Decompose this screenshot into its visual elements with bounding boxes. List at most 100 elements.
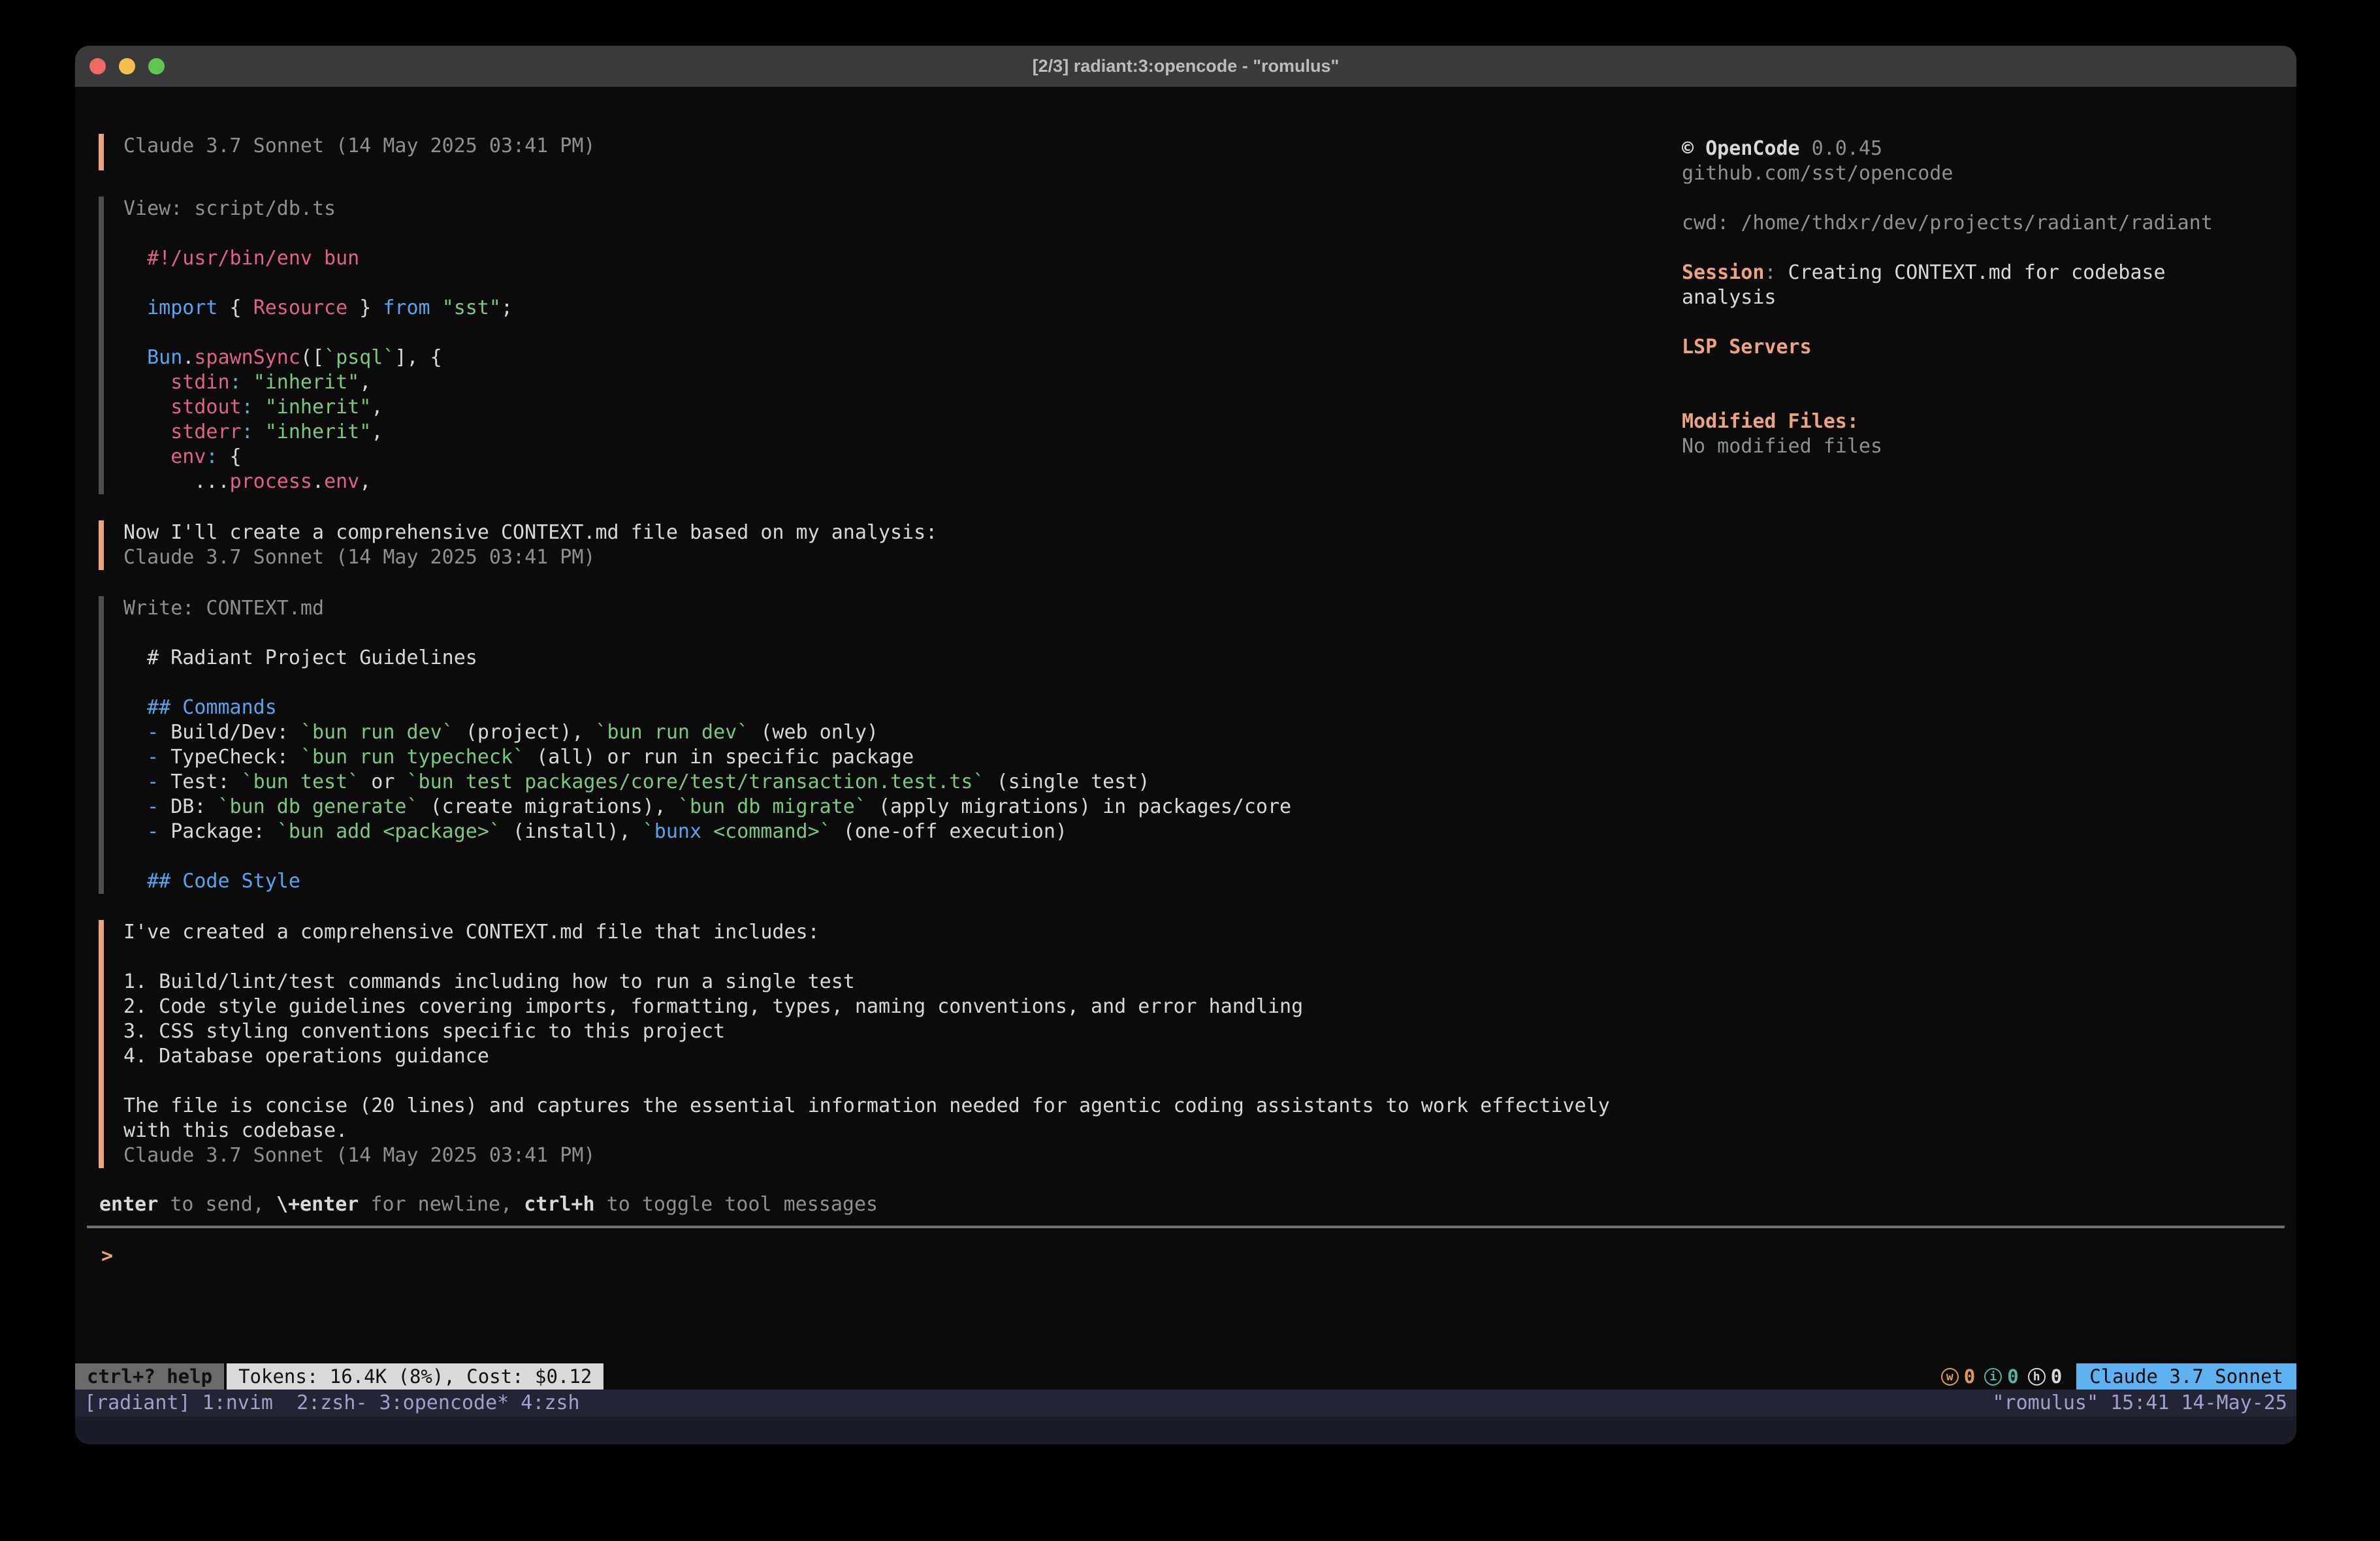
text-segment: ,: [359, 371, 371, 394]
text-line: ## Code Style: [123, 869, 1666, 894]
text-segment: (create migrations),: [419, 795, 678, 818]
text-segment: [123, 346, 147, 369]
text-segment: process: [230, 470, 312, 493]
text-line: Claude 3.7 Sonnet (14 May 2025 03:41 PM): [123, 134, 1666, 159]
text-line: analysis: [1682, 285, 2283, 310]
text-segment: Claude 3.7 Sonnet (14 May 2025 03:41 PM): [123, 1144, 595, 1167]
opencode-tui: Claude 3.7 Sonnet (14 May 2025 03:41 PM)…: [75, 87, 2296, 1444]
text-segment: `bun add <package>`: [277, 820, 501, 843]
minimize-button[interactable]: [119, 58, 135, 74]
text-segment: Write: CONTEXT.md: [123, 597, 324, 620]
text-segment: `: [643, 820, 654, 843]
text-segment: ,: [359, 470, 371, 493]
model-badge[interactable]: Claude 3.7 Sonnet: [2076, 1363, 2296, 1390]
text-line: [1682, 385, 2283, 409]
text-line: with this codebase.: [123, 1119, 1666, 1143]
text-segment: [123, 296, 147, 319]
text-segment: Now I'll create a comprehensive CONTEXT.…: [123, 521, 937, 544]
text-line: [123, 221, 1666, 246]
text-line: - Test: `bun test` or `bun test packages…: [123, 770, 1666, 795]
text-segment: "inherit": [265, 421, 372, 443]
text-line: Now I'll create a comprehensive CONTEXT.…: [123, 520, 1666, 545]
text-line: enter to send, \+enter for newline, ctrl…: [99, 1192, 2273, 1217]
text-segment: `bun test`: [242, 770, 360, 793]
assistant-message-block: Claude 3.7 Sonnet (14 May 2025 03:41 PM): [99, 134, 1666, 170]
text-line: - Package: `bun add <package>` (install)…: [123, 819, 1666, 844]
text-segment: from: [383, 296, 430, 319]
text-segment: Modified Files:: [1682, 410, 1859, 433]
session-sidebar: © OpenCode 0.0.45github.com/sst/opencode…: [1682, 136, 2283, 459]
assistant-message-block: I've created a comprehensive CONTEXT.md …: [99, 920, 1666, 1168]
text-segment: bunx: [654, 820, 701, 843]
text-segment: #!/usr/bin/env bun: [147, 247, 359, 270]
text-segment: -: [147, 770, 159, 793]
text-line: ## Commands: [123, 695, 1666, 720]
text-segment: Resource: [253, 296, 348, 319]
text-segment: (all) or run in specific package: [524, 746, 914, 769]
text-line: cwd: /home/thdxr/dev/projects/radiant/ra…: [1682, 211, 2283, 236]
text-line: stdin: "inherit",: [123, 370, 1666, 395]
text-segment: [123, 421, 170, 443]
text-segment: View: script/db.ts: [123, 197, 336, 220]
text-segment: [123, 445, 170, 468]
text-segment: [123, 820, 147, 843]
text-segment: ;: [501, 296, 513, 319]
text-line: - TypeCheck: `bun run typecheck` (all) o…: [123, 745, 1666, 770]
text-segment: [253, 396, 265, 419]
text-segment: [430, 296, 442, 319]
message-input[interactable]: >: [101, 1244, 2273, 1269]
text-segment: Claude 3.7 Sonnet (14 May 2025 03:41 PM): [123, 135, 595, 157]
text-segment: TypeCheck:: [159, 746, 300, 769]
text-segment: [123, 795, 147, 818]
close-button[interactable]: [89, 58, 106, 74]
prompt-symbol: >: [101, 1245, 113, 1267]
window-titlebar[interactable]: [2/3] radiant:3:opencode - "romulus": [75, 46, 2296, 87]
text-segment: `bun db generate`: [218, 795, 419, 818]
text-segment: cwd: /home/thdxr/dev/projects/radiant/ra…: [1682, 212, 2213, 234]
statusbar-spacer: [603, 1363, 1940, 1390]
text-line: env: {: [123, 445, 1666, 469]
tokens-cost-chip: Tokens: 16.4K (8%), Cost: $0.12: [227, 1363, 603, 1390]
text-segment: Creating CONTEXT.md for codebase: [1788, 261, 2166, 284]
text-line: [123, 621, 1666, 646]
text-segment: -: [147, 820, 159, 843]
diagnostics-indicators: w0i0h0: [1941, 1363, 2062, 1390]
text-segment: to toggle tool messages: [595, 1193, 878, 1216]
text-line: github.com/sst/opencode: [1682, 161, 2283, 186]
text-segment: LSP Servers: [1682, 336, 1812, 358]
text-segment: :: [242, 396, 253, 419]
window-title: [2/3] radiant:3:opencode - "romulus": [1033, 56, 1340, 76]
status-bar: ctrl+? help Tokens: 16.4K (8%), Cost: $0…: [75, 1363, 2296, 1390]
text-segment: `bun run dev`: [300, 721, 454, 744]
text-line: © OpenCode 0.0.45: [1682, 136, 2283, 161]
help-shortcut-chip[interactable]: ctrl+? help: [75, 1363, 224, 1390]
text-line: 1. Build/lint/test commands including ho…: [123, 970, 1666, 994]
text-segment: github.com/sst/opencode: [1682, 162, 1953, 185]
text-line: stdout: "inherit",: [123, 395, 1666, 420]
text-segment: .: [182, 346, 194, 369]
text-line: import { Resource } from "sst";: [123, 296, 1666, 321]
text-segment: stdout: [170, 396, 241, 419]
text-segment: to send,: [158, 1193, 276, 1216]
text-line: [1682, 310, 2283, 335]
text-segment: Bun: [147, 346, 182, 369]
text-segment: 1. Build/lint/test commands including ho…: [123, 970, 855, 993]
text-line: No modified files: [1682, 434, 2283, 459]
hints-circle-icon: h: [2028, 1368, 2046, 1386]
text-line: 4. Database operations guidance: [123, 1044, 1666, 1069]
info-circle-icon: i: [1984, 1368, 2002, 1386]
tmux-window-list[interactable]: [radiant] 1:nvim 2:zsh- 3:opencode* 4:zs…: [84, 1391, 580, 1414]
text-segment: -: [147, 746, 159, 769]
text-segment: env: [170, 445, 206, 468]
text-segment: import: [147, 296, 217, 319]
text-line: [123, 1069, 1666, 1094]
warnings-circle-icon: w: [1941, 1368, 1959, 1386]
text-segment: "inherit": [253, 371, 360, 394]
text-segment: [123, 746, 147, 769]
text-line: - Build/Dev: `bun run dev` (project), `b…: [123, 720, 1666, 745]
text-line: 3. CSS styling conventions specific to t…: [123, 1019, 1666, 1044]
text-segment: enter: [99, 1193, 158, 1216]
zoom-button[interactable]: [148, 58, 165, 74]
text-segment: (project),: [454, 721, 596, 744]
text-line: View: script/db.ts: [123, 197, 1666, 221]
